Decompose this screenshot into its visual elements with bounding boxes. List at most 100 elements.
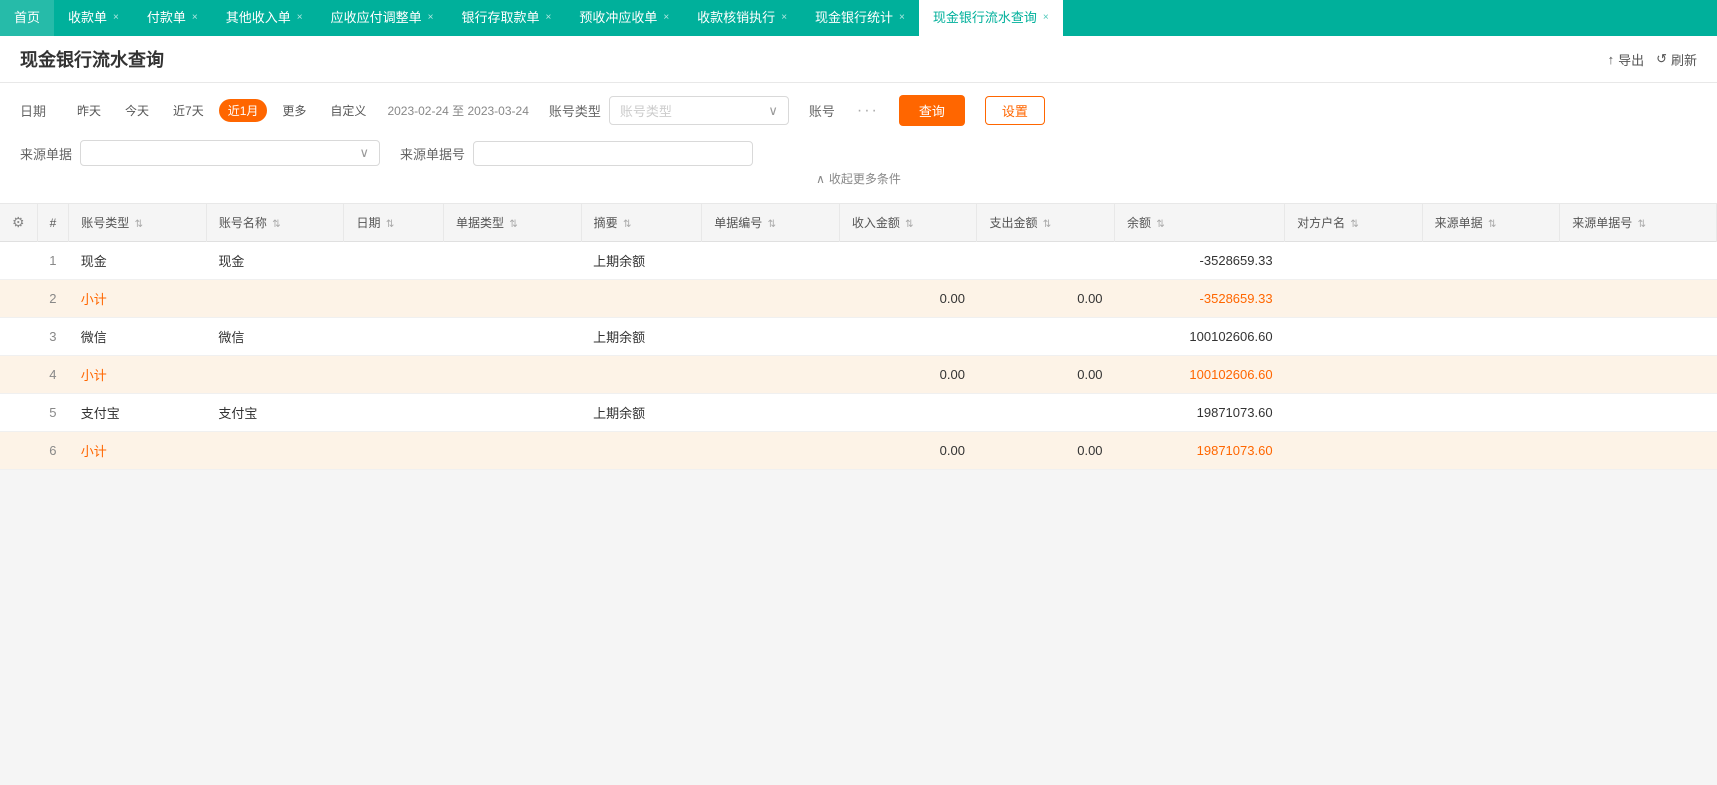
date-7days[interactable]: 近7天 [164, 99, 213, 122]
nav-item-应收应付调整单[interactable]: 应收应付调整单× [317, 0, 448, 36]
date-1month[interactable]: 近1月 [219, 99, 268, 122]
cell-doc-no [702, 394, 840, 432]
table-row: 4小计0.000.00100102606.60 [0, 356, 1717, 394]
cell-source-doc-no [1560, 356, 1717, 394]
cell-counterparty [1285, 432, 1423, 470]
col-counterparty[interactable]: 对方户名 ⇅ [1285, 204, 1423, 242]
cell-doc-type [444, 280, 582, 318]
cell-account-type: 小计 [69, 432, 207, 470]
cell-source-doc-no [1560, 432, 1717, 470]
col-source-doc[interactable]: 来源单据 ⇅ [1422, 204, 1560, 242]
cell-account-name [206, 280, 344, 318]
nav-item-首页[interactable]: 首页 [0, 0, 54, 36]
query-button[interactable]: 查询 [899, 95, 965, 126]
table-gear-icon[interactable]: ⚙ [12, 214, 25, 230]
cell-expense [977, 242, 1115, 280]
cell-doc-no [702, 318, 840, 356]
col-income[interactable]: 收入金额 ⇅ [839, 204, 977, 242]
account-dots[interactable]: ··· [857, 102, 879, 120]
col-balance[interactable]: 余额 ⇅ [1115, 204, 1285, 242]
account-type-label: 账号类型 [549, 101, 601, 120]
account-label: 账号 [809, 101, 849, 120]
cell-doc-type [444, 356, 582, 394]
nav-item-现金银行流水查询[interactable]: 现金银行流水查询× [919, 0, 1063, 36]
close-icon[interactable]: × [297, 0, 303, 36]
cell-summary: 上期余额 [581, 318, 702, 356]
cell-summary: 上期余额 [581, 242, 702, 280]
export-icon: ↑ [1608, 52, 1615, 67]
cell-summary [581, 280, 702, 318]
filter-row-2: 来源单据 ∨ 来源单据号 [20, 136, 1697, 166]
col-summary[interactable]: 摘要 ⇅ [581, 204, 702, 242]
source-doc-num-input[interactable] [473, 141, 753, 166]
source-doc-num-filter: 来源单据号 [400, 141, 753, 166]
cell-summary [581, 356, 702, 394]
cell-expense [977, 394, 1115, 432]
col-doc-type[interactable]: 单据类型 ⇅ [444, 204, 582, 242]
col-num: # [37, 204, 69, 242]
cell-num: 1 [37, 242, 69, 280]
cell-source-doc [1422, 242, 1560, 280]
cell-date [344, 356, 444, 394]
nav-item-银行存取款单[interactable]: 银行存取款单× [447, 0, 565, 36]
table-row: 6小计0.000.0019871073.60 [0, 432, 1717, 470]
col-expense[interactable]: 支出金额 ⇅ [977, 204, 1115, 242]
header-actions: ↑ 导出 ↺ 刷新 [1608, 50, 1697, 69]
cell-income [839, 394, 977, 432]
nav-item-收款核销执行[interactable]: 收款核销执行× [683, 0, 801, 36]
nav-item-预收冲应收单[interactable]: 预收冲应收单× [565, 0, 683, 36]
nav-item-收款单[interactable]: 收款单× [54, 0, 133, 36]
nav-item-其他收入单[interactable]: 其他收入单× [212, 0, 317, 36]
date-custom[interactable]: 自定义 [321, 99, 375, 122]
refresh-button[interactable]: ↺ 刷新 [1656, 50, 1697, 69]
date-yesterday[interactable]: 昨天 [68, 99, 110, 122]
cell-balance: -3528659.33 [1115, 280, 1285, 318]
cell-source-doc [1422, 432, 1560, 470]
date-more[interactable]: 更多 [273, 99, 315, 122]
col-date[interactable]: 日期 ⇅ [344, 204, 444, 242]
nav-item-现金银行统计[interactable]: 现金银行统计× [801, 0, 919, 36]
collapse-button[interactable]: ∧ 收起更多条件 [20, 166, 1697, 191]
cell-summary [581, 432, 702, 470]
close-icon[interactable]: × [545, 0, 551, 36]
close-icon[interactable]: × [428, 0, 434, 36]
cell-counterparty [1285, 242, 1423, 280]
settings-button[interactable]: 设置 [985, 96, 1045, 125]
date-options: 昨天 今天 近7天 近1月 更多 自定义 [68, 99, 375, 122]
col-source-doc-no[interactable]: 来源单据号 ⇅ [1560, 204, 1717, 242]
cell-source-doc [1422, 394, 1560, 432]
col-account-type[interactable]: 账号类型 ⇅ [69, 204, 207, 242]
date-label: 日期 [20, 101, 60, 120]
cell-num: 6 [37, 432, 69, 470]
cell-doc-type [444, 394, 582, 432]
cell-income: 0.00 [839, 280, 977, 318]
close-icon[interactable]: × [781, 0, 787, 36]
cell-expense [977, 318, 1115, 356]
filter-row-1: 日期 昨天 今天 近7天 近1月 更多 自定义 2023-02-24 至 202… [20, 95, 1697, 126]
cell-date [344, 280, 444, 318]
account-filter: 账号 ··· [809, 101, 879, 120]
cell-gear [0, 394, 37, 432]
cell-date [344, 394, 444, 432]
close-icon[interactable]: × [113, 0, 119, 36]
top-navigation: 首页收款单×付款单×其他收入单×应收应付调整单×银行存取款单×预收冲应收单×收款… [0, 0, 1717, 36]
col-doc-no[interactable]: 单据编号 ⇅ [702, 204, 840, 242]
close-icon[interactable]: × [899, 0, 905, 36]
table-row: 2小计0.000.00-3528659.33 [0, 280, 1717, 318]
refresh-icon: ↺ [1656, 51, 1667, 67]
close-icon[interactable]: × [1043, 0, 1049, 36]
date-today[interactable]: 今天 [116, 99, 158, 122]
account-type-select[interactable]: 账号类型 ∨ [609, 96, 789, 125]
close-icon[interactable]: × [192, 0, 198, 36]
cell-source-doc [1422, 280, 1560, 318]
close-icon[interactable]: × [663, 0, 669, 36]
source-doc-select[interactable]: ∨ [80, 140, 380, 166]
cell-gear [0, 432, 37, 470]
source-doc-num-label: 来源单据号 [400, 144, 465, 163]
nav-item-付款单[interactable]: 付款单× [133, 0, 212, 36]
table-container: ⚙ # 账号类型 ⇅ 账号名称 ⇅ 日期 ⇅ 单据类型 ⇅ 摘要 ⇅ 单据编号 … [0, 204, 1717, 470]
col-account-name[interactable]: 账号名称 ⇅ [206, 204, 344, 242]
cell-source-doc-no [1560, 318, 1717, 356]
export-button[interactable]: ↑ 导出 [1608, 50, 1645, 69]
cell-num: 4 [37, 356, 69, 394]
